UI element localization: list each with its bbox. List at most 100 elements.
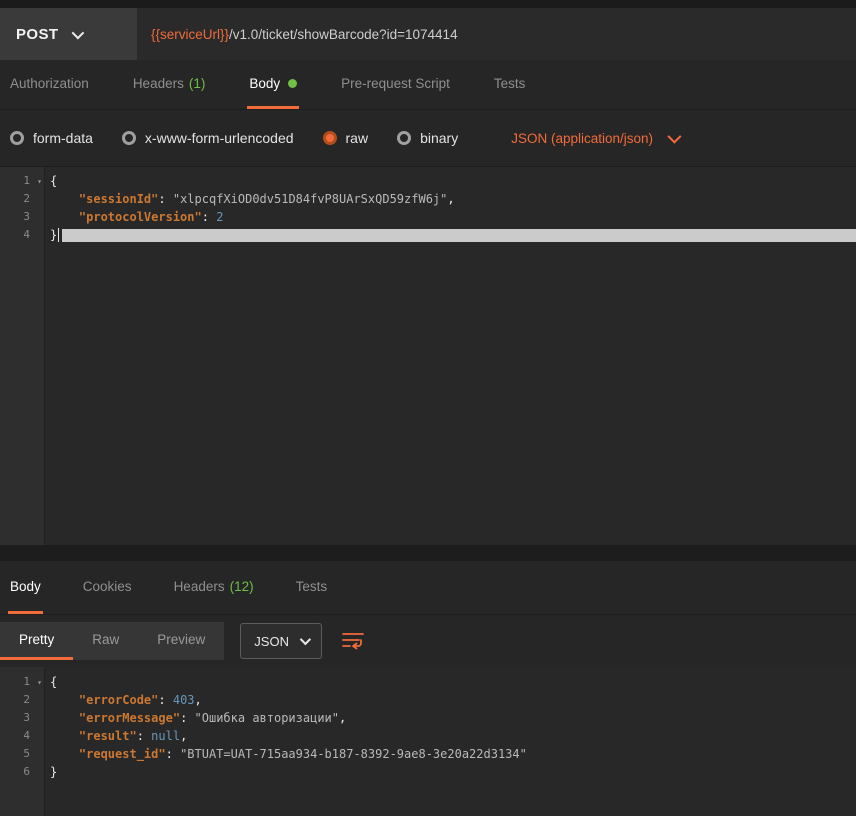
code-line: 3 "errorMessage": "Ошибка авторизации", [0,709,856,727]
line-number: 1 ▾ [0,172,44,190]
tab-headers[interactable]: Headers (1) [131,60,208,109]
request-url-bar: POST {{serviceUrl}}/v1.0/ticket/showBarc… [0,8,856,60]
code-line: 2 "sessionId": "xlpcqfXiOD0dv51D84fvP8UA… [0,190,856,208]
code-token: "errorCode" [78,693,159,707]
radio-raw[interactable]: raw [322,130,369,146]
content-type-select[interactable]: JSON (application/json) [511,129,682,146]
response-format-select[interactable]: JSON [240,623,322,659]
code-text: "errorCode": 403, [44,691,856,709]
tab-label: Body [10,578,41,594]
response-view-toolbar: Pretty Raw Preview JSON [0,615,856,667]
code-token: "result" [78,729,137,743]
tab-body[interactable]: Body [247,60,300,109]
code-token: : [165,747,181,761]
tab-label: Tests [493,75,526,91]
tab-label: Headers [173,578,225,594]
chevron-down-icon [667,129,682,144]
radio-label: raw [345,130,369,146]
line-number: 3 [23,711,30,724]
code-text: } [44,763,856,781]
radio-binary[interactable]: binary [397,130,458,146]
request-body-editor[interactable]: 1 ▾ {2 "sessionId": "xlpcqfXiOD0dv51D84fvP… [0,167,856,545]
code-text: "request_id": "BTUAT=UAT-715aa934-b187-8… [44,745,856,763]
fold-toggle-icon[interactable]: ▾ [37,173,42,191]
code-token: { [50,174,58,188]
line-number: 5 [23,747,30,760]
code-token: , [339,711,347,725]
code-line: 2 "errorCode": 403, [0,691,856,709]
view-pretty[interactable]: Pretty [0,622,74,660]
text-wrap-icon[interactable] [341,631,365,651]
code-token: , [194,693,202,707]
line-number: 3 [23,210,30,223]
tab-label: Tests [295,578,328,594]
body-mode-bar: form-data x-www-form-urlencoded raw bina… [0,110,856,167]
tab-pre-request-script[interactable]: Pre-request Script [339,60,452,109]
tab-label: Headers [132,75,184,91]
headers-count-badge: (12) [229,578,254,594]
tab-label: Body [249,75,281,91]
code-token: , [447,192,455,206]
line-number: 1 ▾ [0,673,44,691]
code-token: "errorMessage" [78,711,181,725]
code-text: { [44,172,856,190]
radio-on-icon [322,131,337,145]
response-body-editor[interactable]: 1 ▾{2 "errorCode": 403, 3 "errorMessage": … [0,667,856,816]
pane-divider[interactable] [0,545,856,561]
code-text: } [44,226,856,244]
view-mode-group: Pretty Raw Preview [0,622,225,660]
line-number: 2 [23,192,30,205]
code-token: , [180,729,188,743]
code-token: : [158,192,173,206]
code-text: "result": null, [44,727,856,745]
line-number: 4 [23,228,30,241]
code-text: "protocolVersion": 2 [44,208,856,226]
tab-cookies[interactable]: Cookies [81,561,134,614]
code-token: : [158,693,173,707]
tab-authorization[interactable]: Authorization [8,60,91,109]
tab-tests[interactable]: Tests [492,60,528,109]
code-token: "xlpcqfXiOD0dv51D84fvP8UArSxQD59zfW6j" [172,192,448,206]
code-token: { [50,675,58,689]
code-token: "request_id" [78,747,166,761]
request-tabs: Authorization Headers (1) Body Pre-reque… [0,60,856,110]
url-input[interactable]: {{serviceUrl}}/v1.0/ticket/showBarcode?i… [137,8,856,60]
radio-off-icon [10,131,24,145]
code-text: "errorMessage": "Ошибка авторизации", [44,709,856,727]
code-line: 6} [0,763,856,781]
view-preview[interactable]: Preview [138,622,224,660]
fold-toggle-icon[interactable]: ▾ [37,674,42,692]
chevron-down-icon [72,26,85,39]
tab-label: Pre-request Script [341,75,450,91]
url-path: /v1.0/ticket/showBarcode?id=1074414 [229,26,458,42]
headers-count-badge: (1) [188,75,206,91]
tab-response-headers[interactable]: Headers (12) [172,561,256,614]
code-line: 3 "protocolVersion": 2 [0,208,856,226]
line-number: 6 [23,765,30,778]
code-token: "Ошибка авторизации" [194,711,340,725]
radio-form-data[interactable]: form-data [10,130,93,146]
tab-response-tests[interactable]: Tests [294,561,330,614]
code-token: } [50,228,58,242]
code-text: "sessionId": "xlpcqfXiOD0dv51D84fvP8UArS… [44,190,856,208]
view-raw[interactable]: Raw [73,622,138,660]
top-strip [0,0,856,8]
url-variable: {{serviceUrl}} [151,26,230,42]
radio-x-www-form-urlencoded[interactable]: x-www-form-urlencoded [121,130,294,146]
tab-label: Cookies [82,578,132,594]
tab-response-body[interactable]: Body [8,561,43,614]
code-token: "BTUAT=UAT-715aa934-b187-8392-9ae8-3e20a… [180,747,527,761]
view-label: Pretty [19,632,55,647]
code-token: } [50,765,58,779]
radio-label: binary [420,130,459,146]
method-select[interactable]: POST [0,8,137,60]
radio-off-icon [121,131,136,145]
code-token: "sessionId" [78,192,159,206]
code-token: 2 [216,210,224,224]
